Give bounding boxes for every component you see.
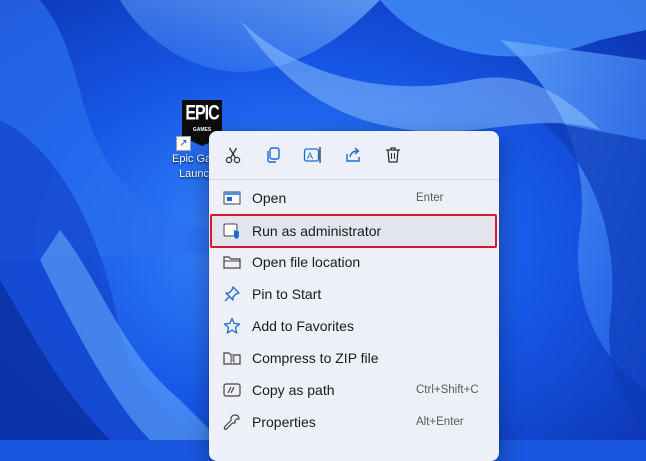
shortcut-arrow-icon: ↗ xyxy=(176,136,191,151)
menu-item-shortcut: Ctrl+Shift+C xyxy=(416,384,479,396)
menu-item-properties[interactable]: Properties Alt+Enter xyxy=(209,406,499,438)
shield-icon xyxy=(223,222,241,240)
menu-item-open-file-location[interactable]: Open file location xyxy=(209,246,499,278)
trash-icon xyxy=(386,147,400,163)
menu-item-pin-to-start[interactable]: Pin to Start xyxy=(209,278,499,310)
epic-logo-word: EPIC xyxy=(185,101,219,125)
copy-icon xyxy=(267,147,280,163)
svg-text:A: A xyxy=(307,151,313,161)
wrench-icon xyxy=(223,413,241,431)
menu-item-add-to-favorites[interactable]: Add to Favorites xyxy=(209,310,499,342)
menu-item-shortcut: Enter xyxy=(416,192,444,204)
menu-item-label: Properties xyxy=(252,414,316,430)
pin-icon xyxy=(223,285,241,303)
menu-item-label: Open xyxy=(252,190,287,206)
star-icon xyxy=(223,317,241,335)
menu-separator xyxy=(209,179,499,180)
menu-item-label: Pin to Start xyxy=(252,286,322,302)
copy-button[interactable] xyxy=(257,141,289,169)
path-icon xyxy=(223,381,241,399)
delete-button[interactable] xyxy=(377,141,409,169)
share-icon xyxy=(346,147,360,162)
rename-button[interactable]: A xyxy=(297,141,329,169)
menu-item-label: Copy as path xyxy=(252,382,335,398)
context-menu: A Open Enter Run as administrator Open f… xyxy=(209,131,499,461)
menu-item-shortcut: Alt+Enter xyxy=(416,416,464,428)
scissors-icon xyxy=(225,147,241,164)
share-button[interactable] xyxy=(337,141,369,169)
rename-icon: A xyxy=(303,147,321,163)
menu-item-open[interactable]: Open Enter xyxy=(209,182,499,214)
open-app-icon xyxy=(223,189,241,207)
menu-item-label: Add to Favorites xyxy=(252,318,354,334)
menu-item-label: Run as administrator xyxy=(252,223,382,239)
menu-item-copy-as-path[interactable]: Copy as path Ctrl+Shift+C xyxy=(209,374,499,406)
quick-actions-bar: A xyxy=(209,131,499,179)
cut-button[interactable] xyxy=(217,141,249,169)
menu-item-label: Compress to ZIP file xyxy=(252,350,379,366)
menu-item-label: Open file location xyxy=(252,254,361,270)
menu-item-compress-to-zip[interactable]: Compress to ZIP file xyxy=(209,342,499,374)
zip-folder-icon xyxy=(223,349,241,367)
folder-icon xyxy=(223,253,241,271)
menu-item-run-as-administrator[interactable]: Run as administrator xyxy=(209,213,499,249)
